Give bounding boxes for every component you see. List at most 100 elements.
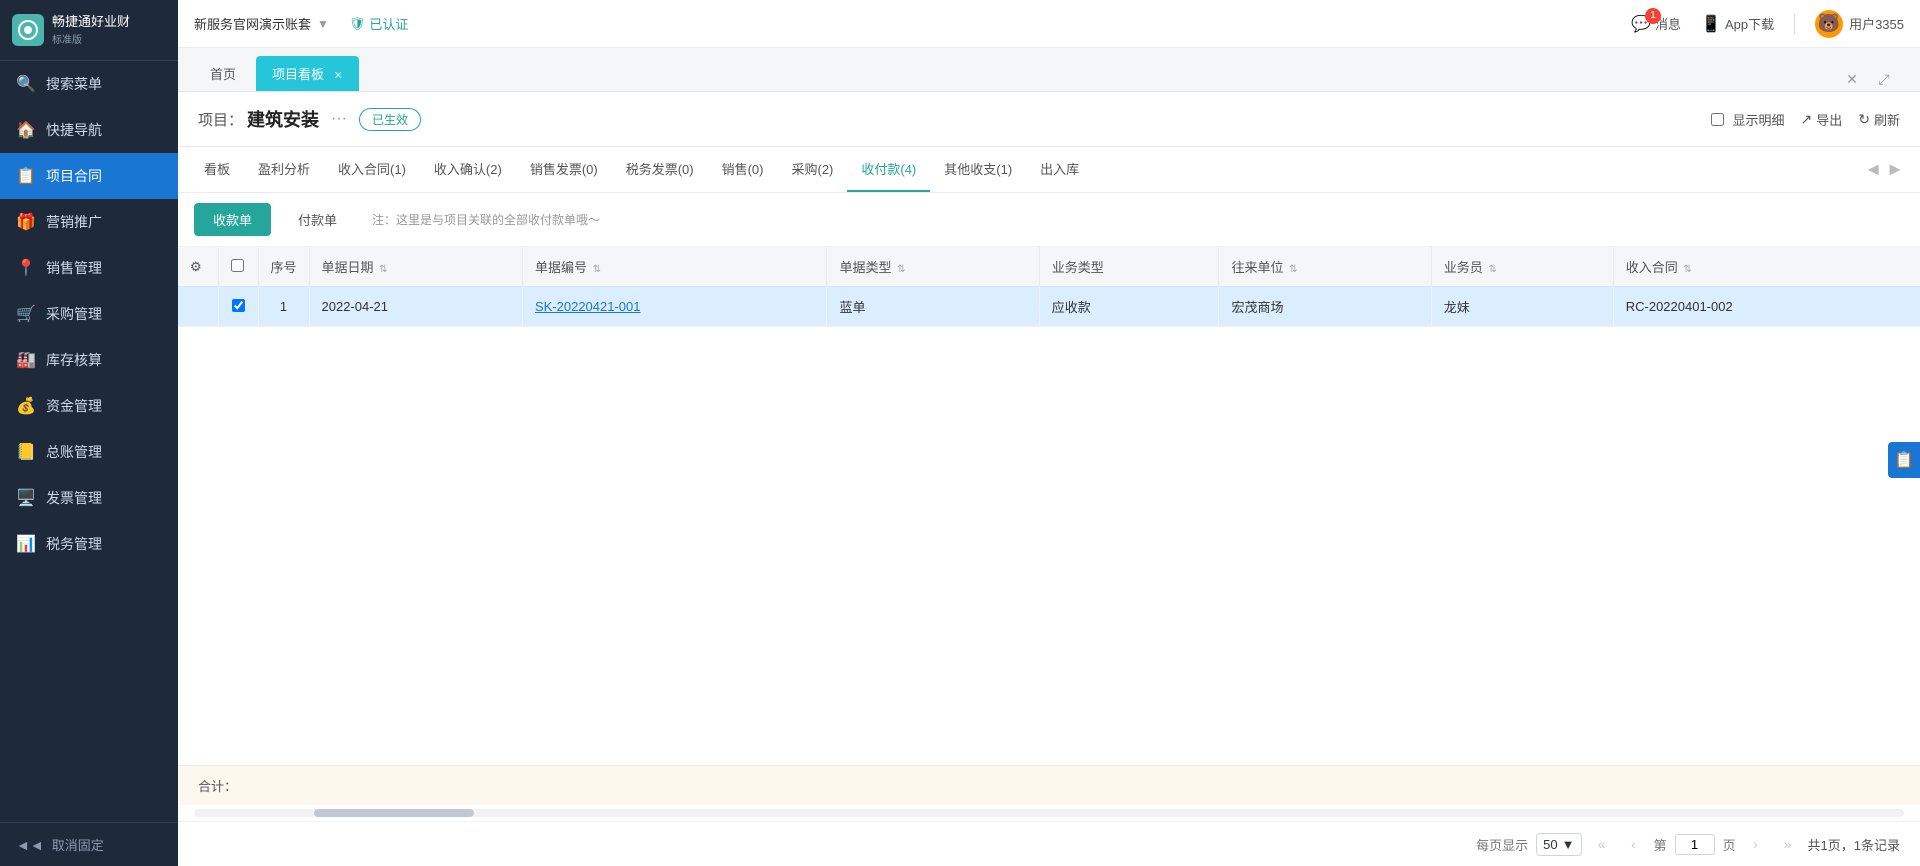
sidebar-item-quicknav[interactable]: 🏠 快捷导航 (0, 107, 178, 153)
sidebar-unpin-button[interactable]: ◄◄ 取消固定 (0, 822, 178, 866)
main-area: 新服务官网演示账套 ▼ 🛡 已认证 💬 消息 1 📱 App下载 🐻 用户335… (178, 0, 1920, 866)
app-logo (12, 14, 44, 46)
home-icon: 🏠 (16, 120, 36, 140)
subtab-purchase[interactable]: 采购(2) (777, 147, 847, 192)
topbar-divider (1794, 14, 1795, 34)
tabbar: 首页 项目看板 ✕ ✕ ⤢ (178, 48, 1920, 92)
scrollbar-thumb[interactable] (314, 809, 474, 817)
subtab-nav: ◄ ► (1860, 159, 1908, 180)
sidebar-item-tax[interactable]: 📊 税务管理 (0, 521, 178, 567)
sidebar-nav: 🔍 搜索菜单 🏠 快捷导航 📋 项目合同 🎁 营销推广 📍 销售管理 🛒 采购管… (0, 61, 178, 822)
refresh-button[interactable]: ↻ 刷新 (1858, 110, 1900, 129)
message-button[interactable]: 💬 消息 1 (1631, 14, 1681, 34)
th-salesperson[interactable]: 业务员 ⇅ (1431, 247, 1613, 287)
sidebar-item-ledger[interactable]: 📒 总账管理 (0, 429, 178, 475)
row-checkbox[interactable] (232, 299, 245, 312)
th-settings[interactable]: ⚙ (178, 247, 218, 287)
subtab-next-icon[interactable]: ► (1886, 159, 1904, 180)
pin-icon: 📍 (16, 258, 36, 278)
th-code[interactable]: 单据编号 ⇅ (522, 247, 827, 287)
td-income-contract: RC-20220401-002 (1613, 287, 1920, 327)
content: 项目： 建筑安装 ··· 已生效 显示明细 ↗ 导出 ↻ 刷新 (178, 92, 1920, 866)
topbar: 新服务官网演示账套 ▼ 🛡 已认证 💬 消息 1 📱 App下载 🐻 用户335… (178, 0, 1920, 48)
secondary-tab-payment[interactable]: 付款单 (279, 203, 356, 236)
sidebar-item-label: 采购管理 (46, 304, 102, 324)
page-input[interactable] (1675, 834, 1715, 855)
sidebar-item-sales[interactable]: 📍 销售管理 (0, 245, 178, 291)
th-date[interactable]: 单据日期 ⇅ (309, 247, 522, 287)
project-header: 项目： 建筑安装 ··· 已生效 显示明细 ↗ 导出 ↻ 刷新 (178, 92, 1920, 147)
sidebar-item-label: 销售管理 (46, 258, 102, 278)
show-detail-button[interactable]: 显示明细 (1711, 110, 1784, 129)
sidebar-item-purchase[interactable]: 🛒 采购管理 (0, 291, 178, 337)
sidebar-item-finance[interactable]: 💰 资金管理 (0, 383, 178, 429)
subtab-profit[interactable]: 盈利分析 (244, 147, 324, 192)
prev-page-button[interactable]: ‹ (1622, 832, 1646, 856)
subtab-income-contract[interactable]: 收入合同(1) (324, 147, 420, 192)
sidebar: 畅捷通好业财 标准版 🔍 搜索菜单 🏠 快捷导航 📋 项目合同 🎁 营销推广 📍… (0, 0, 178, 866)
show-detail-checkbox[interactable] (1711, 113, 1724, 126)
th-type[interactable]: 单据类型 ⇅ (827, 247, 1039, 287)
select-all-checkbox[interactable] (231, 259, 244, 272)
secondary-tab-receipt[interactable]: 收款单 (194, 203, 271, 236)
subtab-receipt[interactable]: 收付款(4) (847, 147, 930, 192)
search-icon: 🔍 (16, 74, 36, 94)
maximize-button[interactable]: ⤢ (1872, 67, 1896, 91)
th-checkbox[interactable] (218, 247, 258, 287)
horizontal-scrollbar[interactable] (194, 809, 1904, 817)
subtab-prev-icon[interactable]: ◄ (1864, 159, 1882, 180)
first-page-button[interactable]: « (1590, 832, 1614, 856)
th-num: 序号 (258, 247, 309, 287)
topbar-project-name: 新服务官网演示账套 (194, 14, 311, 33)
subtab-sales[interactable]: 销售(0) (708, 147, 778, 192)
project-status-badge: 已生效 (359, 108, 421, 131)
secondary-note: 注：这里是与项目关联的全部收付款单哦～ (372, 211, 600, 228)
sort-date-icon: ⇅ (379, 264, 387, 275)
td-settings (178, 287, 218, 327)
topbar-project: 新服务官网演示账套 ▼ (194, 14, 349, 33)
last-page-button[interactable]: » (1776, 832, 1800, 856)
export-button[interactable]: ↗ 导出 (1801, 110, 1843, 129)
table-row[interactable]: 1 2022-04-21 SK-20220421-001 蓝单 应收款 宏茂商场… (178, 287, 1920, 327)
td-code[interactable]: SK-20220421-001 (522, 287, 827, 327)
sidebar-item-marketing[interactable]: 🎁 营销推广 (0, 199, 178, 245)
th-partner[interactable]: 往来单位 ⇅ (1219, 247, 1431, 287)
tab-home[interactable]: 首页 (194, 56, 252, 91)
subtab-income-confirm[interactable]: 收入确认(2) (420, 147, 516, 192)
subtab-sales-invoice[interactable]: 销售发票(0) (516, 147, 612, 192)
user-menu[interactable]: 🐻 用户3355 (1815, 10, 1904, 38)
topbar-dropdown-icon[interactable]: ▼ (317, 17, 329, 31)
subtab-tax-invoice[interactable]: 税务发票(0) (612, 147, 708, 192)
sidebar-item-invoice[interactable]: 🖥️ 发票管理 (0, 475, 178, 521)
next-page-button[interactable]: › (1744, 832, 1768, 856)
th-income-contract[interactable]: 收入合同 ⇅ (1613, 247, 1920, 287)
pagination: 每页显示 50 ▼ « ‹ 第 页 › » 共1页，1条记录 (178, 821, 1920, 866)
subtab-inout[interactable]: 出入库 (1026, 147, 1093, 192)
sidebar-item-label: 快捷导航 (46, 120, 102, 140)
project-more-icon[interactable]: ··· (331, 110, 347, 128)
per-page-select[interactable]: 50 ▼ (1536, 833, 1581, 856)
window-controls: ✕ ⤢ (1832, 67, 1904, 91)
tab-project-board[interactable]: 项目看板 ✕ (256, 56, 359, 91)
app-download-button[interactable]: 📱 App下载 (1701, 14, 1774, 34)
tab-close-icon[interactable]: ✕ (334, 70, 343, 82)
sidebar-item-project[interactable]: 📋 项目合同 (0, 153, 178, 199)
sidebar-item-label: 总账管理 (46, 442, 102, 462)
floating-right-panel[interactable]: 📋 (1888, 442, 1920, 478)
app-version: 标准版 (52, 31, 130, 46)
project-header-actions: 显示明细 ↗ 导出 ↻ 刷新 (1711, 110, 1900, 129)
close-button[interactable]: ✕ (1840, 67, 1864, 91)
sidebar-item-inventory[interactable]: 🏭 库存核算 (0, 337, 178, 383)
subtab-kanban[interactable]: 看板 (190, 147, 244, 192)
project-label: 项目： (198, 109, 243, 130)
project-name: 建筑安装 (247, 106, 319, 132)
sort-code-icon: ⇅ (593, 264, 601, 275)
td-date: 2022-04-21 (309, 287, 522, 327)
sidebar-item-search[interactable]: 🔍 搜索菜单 (0, 61, 178, 107)
sidebar-item-label: 税务管理 (46, 534, 102, 554)
document-link[interactable]: SK-20220421-001 (535, 299, 641, 314)
user-avatar: 🐻 (1815, 10, 1843, 38)
page-label: 第 (1654, 835, 1667, 854)
subtab-other-expense[interactable]: 其他收支(1) (930, 147, 1026, 192)
td-checkbox[interactable] (218, 287, 258, 327)
